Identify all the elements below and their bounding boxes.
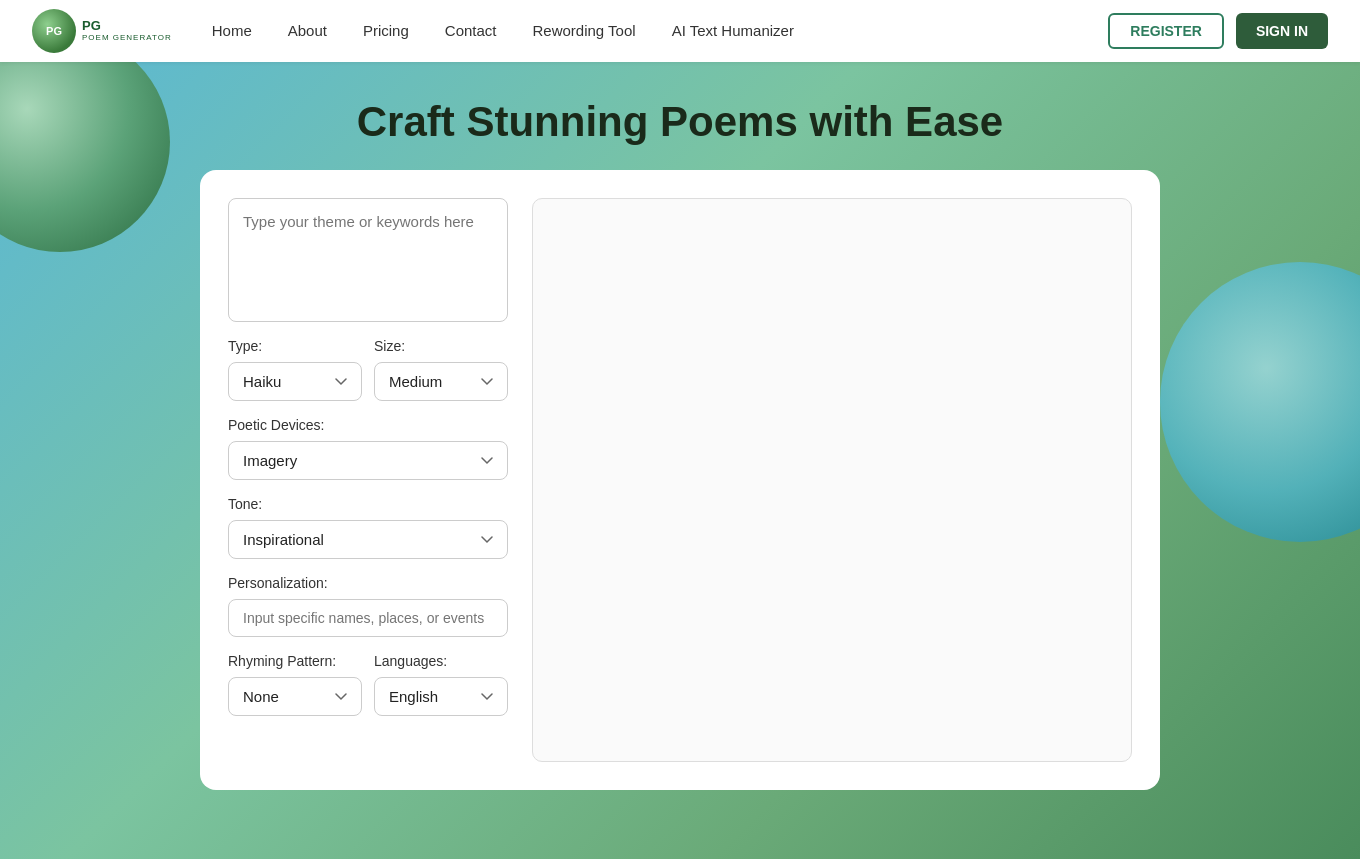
logo-subtitle: POEM GENERATOR	[82, 33, 172, 43]
languages-label: Languages:	[374, 653, 508, 669]
personalization-input[interactable]	[228, 599, 508, 637]
logo-icon: PG	[32, 9, 76, 53]
signin-button[interactable]: SIGN IN	[1236, 13, 1328, 49]
nav-about[interactable]: About	[288, 22, 327, 39]
sphere-blue-decoration	[1160, 262, 1360, 542]
languages-field: Languages: English Spanish French German	[374, 653, 508, 716]
personalization-field: Personalization:	[228, 575, 508, 637]
poetic-label: Poetic Devices:	[228, 417, 508, 433]
poetic-select[interactable]: Imagery Metaphor Alliteration Rhyme Pers…	[228, 441, 508, 480]
tone-label: Tone:	[228, 496, 508, 512]
logo[interactable]: PG PG POEM GENERATOR	[32, 9, 172, 53]
languages-select[interactable]: English Spanish French German	[374, 677, 508, 716]
rhyming-field: Rhyming Pattern: None AABB ABAB	[228, 653, 362, 716]
type-size-row: Type: Haiku Sonnet Free Verse Limerick O…	[228, 338, 508, 401]
hero-title: Craft Stunning Poems with Ease	[0, 62, 1360, 170]
tone-select[interactable]: Inspirational Romantic Melancholic Humor…	[228, 520, 508, 559]
navigation: PG PG POEM GENERATOR Home About Pricing …	[0, 0, 1360, 62]
left-panel: Type: Haiku Sonnet Free Verse Limerick O…	[228, 198, 508, 762]
logo-text: PG	[82, 19, 172, 33]
nav-contact[interactable]: Contact	[445, 22, 497, 39]
type-label: Type:	[228, 338, 362, 354]
nav-actions: REGISTER SIGN IN	[1108, 13, 1328, 49]
nav-rewording[interactable]: Rewording Tool	[533, 22, 636, 39]
rhyming-label: Rhyming Pattern:	[228, 653, 362, 669]
size-field: Size: Small Medium Large	[374, 338, 508, 401]
rhyming-select[interactable]: None AABB ABAB	[228, 677, 362, 716]
poem-output-area	[532, 198, 1132, 762]
register-button[interactable]: REGISTER	[1108, 13, 1224, 49]
size-select[interactable]: Small Medium Large	[374, 362, 508, 401]
nav-pricing[interactable]: Pricing	[363, 22, 409, 39]
type-field: Type: Haiku Sonnet Free Verse Limerick O…	[228, 338, 362, 401]
size-label: Size:	[374, 338, 508, 354]
hero-section: Craft Stunning Poems with Ease Type: Hai…	[0, 62, 1360, 859]
personalization-label: Personalization:	[228, 575, 508, 591]
poetic-field: Poetic Devices: Imagery Metaphor Alliter…	[228, 417, 508, 480]
theme-input[interactable]	[228, 198, 508, 322]
rhyming-languages-row: Rhyming Pattern: None AABB ABAB Language…	[228, 653, 508, 716]
nav-home[interactable]: Home	[212, 22, 252, 39]
type-select[interactable]: Haiku Sonnet Free Verse Limerick Ode	[228, 362, 362, 401]
tone-field: Tone: Inspirational Romantic Melancholic…	[228, 496, 508, 559]
main-card: Type: Haiku Sonnet Free Verse Limerick O…	[200, 170, 1160, 790]
nav-humanizer[interactable]: AI Text Humanizer	[672, 22, 794, 39]
logo-initials: PG	[46, 25, 62, 37]
nav-links: Home About Pricing Contact Rewording Too…	[212, 22, 1109, 40]
